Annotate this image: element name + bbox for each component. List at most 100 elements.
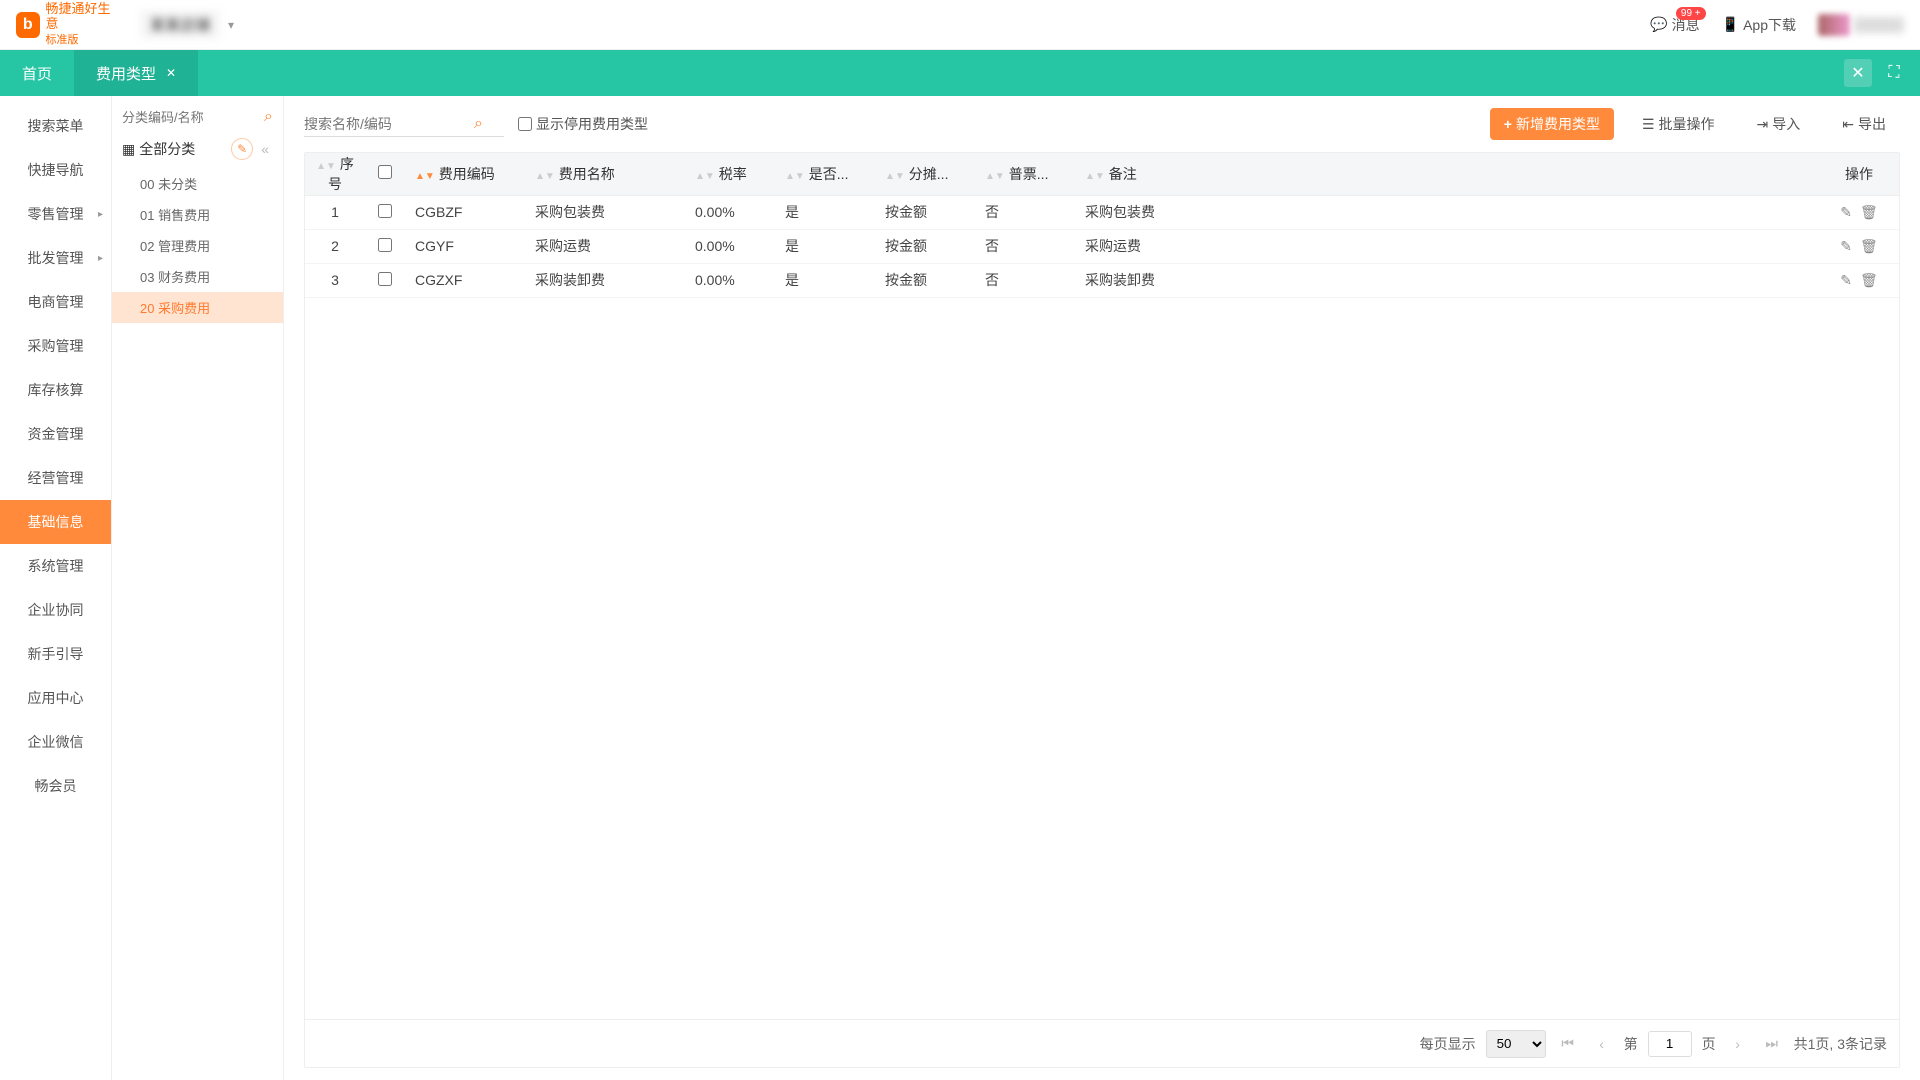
delete-row-icon[interactable]: 🗑	[1860, 238, 1878, 254]
logo-subtitle: 标准版	[46, 31, 117, 47]
close-all-tabs-icon[interactable]: ✕	[1844, 59, 1872, 87]
show-disabled-checkbox[interactable]: 显示停用费用类型	[518, 114, 648, 134]
app-download-button[interactable]: 📱 App下载	[1722, 15, 1796, 35]
col-remark[interactable]: ▲▼备注	[1075, 153, 1819, 195]
col-idx[interactable]: ▲▼序号	[305, 153, 365, 195]
select-all-checkbox[interactable]	[378, 165, 392, 179]
nav-item[interactable]: 电商管理	[0, 280, 111, 324]
nav-item[interactable]: 搜索菜单	[0, 104, 111, 148]
cell-yesno: 是	[775, 263, 875, 297]
batch-ops-button[interactable]: ☰ 批量操作	[1628, 108, 1729, 140]
user-menu[interactable]	[1818, 14, 1904, 36]
messages-button[interactable]: 💬 消息 99 +	[1650, 15, 1699, 35]
logo-text: 畅捷通好生意	[46, 2, 117, 31]
page-input[interactable]	[1648, 1031, 1692, 1057]
category-item[interactable]: 03 财务费用	[112, 261, 283, 292]
collapse-panel-icon[interactable]: «	[257, 141, 273, 157]
cell-name: 采购装卸费	[525, 263, 685, 297]
nav-item[interactable]: 经营管理	[0, 456, 111, 500]
cell-name: 采购包装费	[525, 195, 685, 229]
cell-tax: 0.00%	[685, 195, 775, 229]
cell-tax: 0.00%	[685, 263, 775, 297]
category-item[interactable]: 00 未分类	[112, 168, 283, 199]
search-icon[interactable]: ⌕	[264, 108, 273, 126]
category-item[interactable]: 02 管理费用	[112, 230, 283, 261]
tab-label: 费用类型	[96, 63, 156, 84]
nav-item[interactable]: 资金管理	[0, 412, 111, 456]
new-expense-type-button[interactable]: + 新增费用类型	[1490, 108, 1614, 140]
cell-idx: 2	[305, 229, 365, 263]
edit-category-icon[interactable]: ✎	[231, 138, 253, 160]
edit-row-icon[interactable]: ✎	[1840, 272, 1852, 288]
page-prefix: 第	[1624, 1034, 1638, 1054]
col-chk[interactable]	[365, 153, 405, 195]
nav-item[interactable]: 批发管理	[0, 236, 111, 280]
app-header: b 畅捷通好生意 标准版 某某店铺 ▾ 💬 消息 99 + 📱 App下载	[0, 0, 1920, 50]
category-panel: ⌕ ▦ 全部分类 ✎ « 00 未分类01 销售费用02 管理费用03 财务费用…	[112, 96, 284, 1080]
col-tax[interactable]: ▲▼税率	[685, 153, 775, 195]
nav-item[interactable]: 企业微信	[0, 720, 111, 764]
row-checkbox[interactable]	[378, 272, 392, 286]
category-item[interactable]: 01 销售费用	[112, 199, 283, 230]
import-icon: ⇥	[1757, 116, 1769, 133]
first-page-icon[interactable]: ⏮	[1556, 1032, 1580, 1056]
nav-item[interactable]: 新手引导	[0, 632, 111, 676]
nav-item[interactable]: 系统管理	[0, 544, 111, 588]
tab-费用类型[interactable]: 费用类型 ✕	[74, 50, 198, 96]
chevron-down-icon[interactable]: ▾	[228, 18, 234, 32]
close-icon[interactable]: ✕	[166, 66, 176, 80]
cell-yesno: 是	[775, 195, 875, 229]
next-page-icon[interactable]: ›	[1726, 1032, 1750, 1056]
cell-idx: 3	[305, 263, 365, 297]
category-item[interactable]: 20 采购费用	[112, 292, 283, 323]
cell-code: CGZXF	[405, 263, 525, 297]
per-page-select[interactable]: 50	[1486, 1030, 1546, 1058]
table-row: 2CGYF采购运费0.00%是按金额否采购运费✎🗑	[305, 229, 1899, 263]
delete-row-icon[interactable]: 🗑	[1860, 272, 1878, 288]
category-root[interactable]: ▦ 全部分类 ✎ «	[112, 130, 283, 168]
nav-item[interactable]: 企业协同	[0, 588, 111, 632]
col-name[interactable]: ▲▼费用名称	[525, 153, 685, 195]
cell-remark: 采购装卸费	[1075, 263, 1819, 297]
sort-icon: ▲▼	[1085, 171, 1105, 182]
import-btn-label: 导入	[1772, 114, 1800, 134]
nav-item[interactable]: 基础信息	[0, 500, 111, 544]
pagination: 每页显示 50 ⏮ ‹ 第 页 › ⏭ 共1页, 3条记录	[305, 1019, 1899, 1067]
cell-invoice: 否	[975, 229, 1075, 263]
row-checkbox[interactable]	[378, 238, 392, 252]
nav-item[interactable]: 畅会员	[0, 764, 111, 808]
nav-item[interactable]: 快捷导航	[0, 148, 111, 192]
table-row: 3CGZXF采购装卸费0.00%是按金额否采购装卸费✎🗑	[305, 263, 1899, 297]
tab-首页[interactable]: 首页	[0, 50, 74, 96]
prev-page-icon[interactable]: ‹	[1590, 1032, 1614, 1056]
delete-row-icon[interactable]: 🗑	[1860, 204, 1878, 220]
export-button[interactable]: ⇤ 导出	[1828, 108, 1900, 140]
nav-item[interactable]: 库存核算	[0, 368, 111, 412]
fullscreen-icon[interactable]: ⛶	[1880, 59, 1908, 87]
logo-icon: b	[16, 12, 40, 38]
grid-icon: ▦	[122, 141, 135, 158]
row-checkbox[interactable]	[378, 204, 392, 218]
nav-item[interactable]: 零售管理	[0, 192, 111, 236]
edit-row-icon[interactable]: ✎	[1840, 238, 1852, 254]
user-name	[1854, 17, 1904, 33]
col-code[interactable]: ▲▼费用编码	[405, 153, 525, 195]
shop-selector[interactable]: 某某店铺	[140, 10, 220, 39]
cell-tax: 0.00%	[685, 229, 775, 263]
plus-icon: +	[1504, 116, 1512, 132]
cell-invoice: 否	[975, 195, 1075, 229]
show-disabled-input[interactable]	[518, 117, 532, 131]
col-alloc[interactable]: ▲▼分摊...	[875, 153, 975, 195]
category-search-input[interactable]	[122, 110, 242, 125]
new-btn-label: 新增费用类型	[1516, 114, 1600, 134]
table-search-input[interactable]	[304, 112, 474, 136]
nav-item[interactable]: 应用中心	[0, 676, 111, 720]
last-page-icon[interactable]: ⏭	[1760, 1032, 1784, 1056]
edit-row-icon[interactable]: ✎	[1840, 204, 1852, 220]
col-yesno[interactable]: ▲▼是否...	[775, 153, 875, 195]
col-invoice[interactable]: ▲▼普票...	[975, 153, 1075, 195]
sort-icon: ▲▼	[415, 171, 435, 182]
nav-item[interactable]: 采购管理	[0, 324, 111, 368]
import-button[interactable]: ⇥ 导入	[1743, 108, 1815, 140]
search-icon[interactable]: ⌕	[474, 115, 483, 133]
